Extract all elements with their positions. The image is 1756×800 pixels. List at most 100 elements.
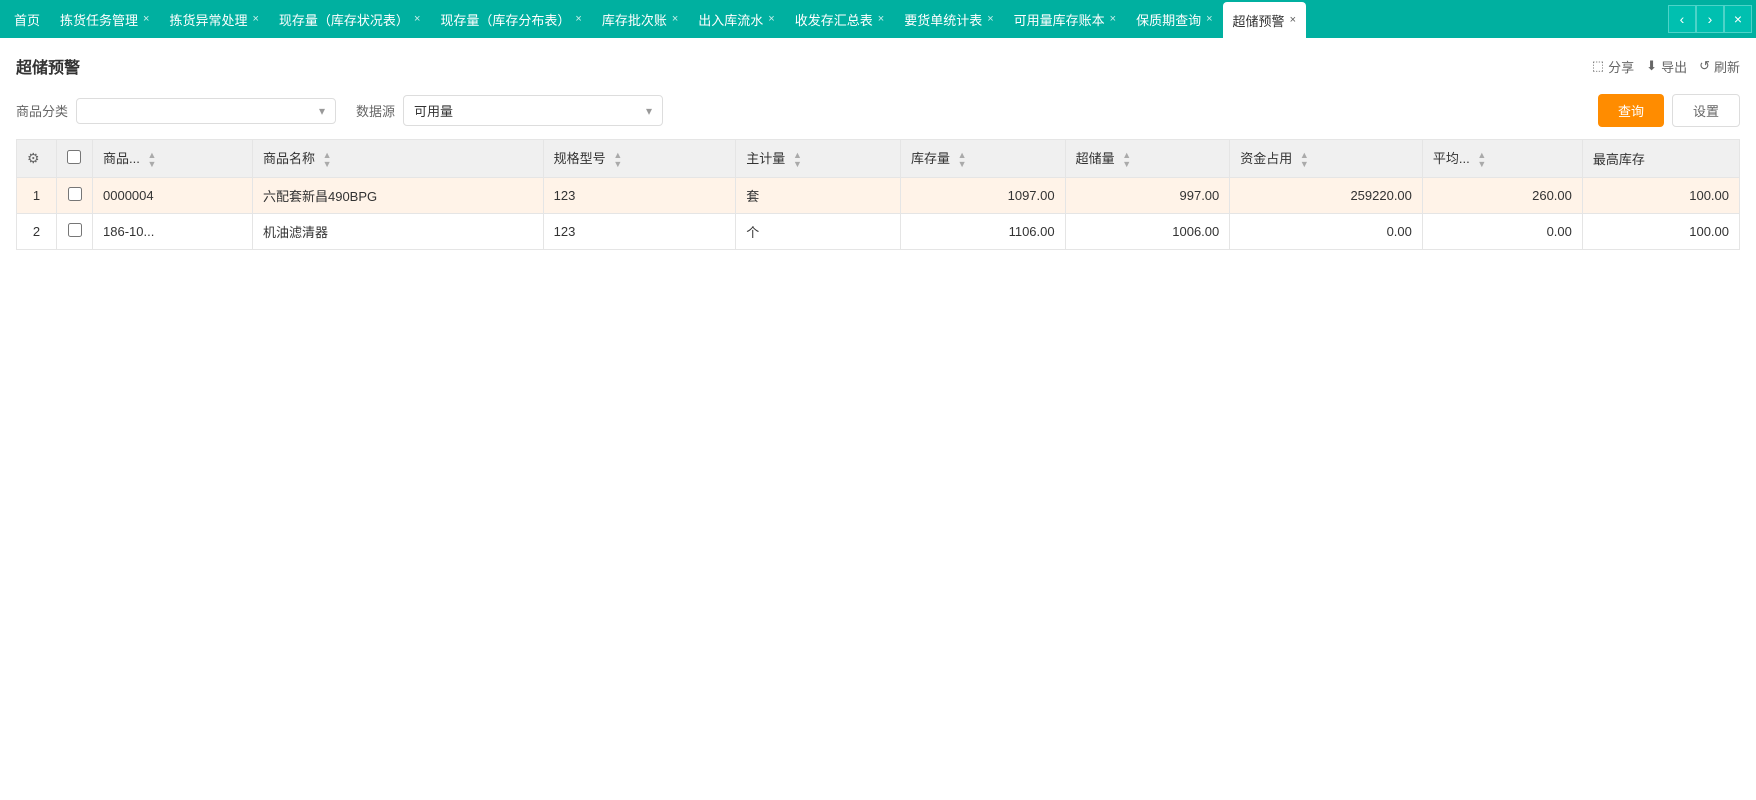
- nav-arrows: ‹ › ×: [1668, 5, 1752, 33]
- nav-pick-exception[interactable]: 拣货异常处理 ×: [159, 0, 268, 38]
- sort-capital-icon: ▲▼: [1300, 151, 1309, 169]
- row-unit: 套: [736, 177, 901, 213]
- nav-available-account[interactable]: 可用量库存账本 ×: [1004, 0, 1126, 38]
- th-avg[interactable]: 平均... ▲▼: [1422, 140, 1582, 178]
- page-content: 超储预警 ⬚ 分享 ⬇ 导出 ↺ 刷新 商品分类 ▾ 数据源: [0, 38, 1756, 800]
- table-settings-icon[interactable]: ⚙: [27, 150, 40, 166]
- query-button[interactable]: 查询: [1598, 94, 1664, 127]
- top-nav: 首页 拣货任务管理 × 拣货异常处理 × 现存量（库存状况表） × 现存量（库存…: [0, 0, 1756, 38]
- nav-pick-task[interactable]: 拣货任务管理 ×: [50, 0, 159, 38]
- filter-actions: 查询 设置: [1598, 94, 1740, 127]
- nav-stock-status[interactable]: 现存量（库存状况表） ×: [269, 0, 430, 38]
- sort-spec-icon: ▲▼: [613, 151, 622, 169]
- chevron-down-icon: ▾: [319, 104, 325, 118]
- th-max-stock[interactable]: 最高库存: [1582, 140, 1739, 178]
- nav-close-pick-exception[interactable]: ×: [252, 13, 258, 25]
- row-avg: 260.00: [1422, 177, 1582, 213]
- th-checkbox: [57, 140, 93, 178]
- row-capital: 0.00: [1230, 213, 1423, 249]
- nav-close-pick-task[interactable]: ×: [143, 13, 149, 25]
- nav-close-demand-stats[interactable]: ×: [987, 13, 993, 25]
- nav-overstock-warning[interactable]: 超储预警 ×: [1223, 2, 1306, 38]
- sort-product-code-icon: ▲▼: [147, 151, 156, 169]
- nav-next-arrow[interactable]: ›: [1696, 5, 1724, 33]
- table-row: 1 0000004 六配套新昌490BPG 123 套 1097.00 997.…: [17, 177, 1740, 213]
- th-unit[interactable]: 主计量 ▲▼: [736, 140, 901, 178]
- th-stock-qty[interactable]: 库存量 ▲▼: [900, 140, 1065, 178]
- nav-close-collect-summary[interactable]: ×: [878, 13, 884, 25]
- share-icon: ⬚: [1592, 58, 1604, 74]
- data-source-chevron-icon: ▾: [646, 104, 652, 118]
- row-checkbox-0[interactable]: [68, 187, 82, 201]
- th-spec[interactable]: 规格型号 ▲▼: [543, 140, 736, 178]
- header-actions: ⬚ 分享 ⬇ 导出 ↺ 刷新: [1592, 57, 1740, 76]
- commodity-category-filter: 商品分类 ▾: [16, 98, 336, 124]
- select-all-checkbox[interactable]: [67, 150, 81, 164]
- sort-unit-icon: ▲▼: [793, 151, 802, 169]
- nav-inout-flow[interactable]: 出入库流水 ×: [688, 0, 784, 38]
- row-max-stock: 100.00: [1582, 213, 1739, 249]
- row-unit: 个: [736, 213, 901, 249]
- data-source-label: 数据源: [356, 101, 395, 120]
- settings-button[interactable]: 设置: [1672, 94, 1740, 127]
- row-avg: 0.00: [1422, 213, 1582, 249]
- th-product-name[interactable]: 商品名称 ▲▼: [252, 140, 543, 178]
- commodity-category-label: 商品分类: [16, 101, 68, 120]
- table-header-row: ⚙ 商品... ▲▼ 商品名称 ▲▼ 规格型号 ▲▼ 主计: [17, 140, 1740, 178]
- page-header: 超储预警 ⬚ 分享 ⬇ 导出 ↺ 刷新: [16, 54, 1740, 78]
- nav-prev-arrow[interactable]: ‹: [1668, 5, 1696, 33]
- data-table: ⚙ 商品... ▲▼ 商品名称 ▲▼ 规格型号 ▲▼ 主计: [16, 139, 1740, 250]
- row-product-code: 186-10...: [93, 213, 253, 249]
- nav-collect-summary[interactable]: 收发存汇总表 ×: [785, 0, 894, 38]
- nav-close-batch-account[interactable]: ×: [672, 13, 678, 25]
- nav-home[interactable]: 首页: [4, 0, 50, 38]
- row-num: 1: [17, 177, 57, 213]
- row-capital: 259220.00: [1230, 177, 1423, 213]
- refresh-icon: ↺: [1699, 58, 1710, 74]
- row-spec: 123: [543, 213, 736, 249]
- row-product-name: 六配套新昌490BPG: [252, 177, 543, 213]
- commodity-category-select[interactable]: ▾: [76, 98, 336, 124]
- nav-close-available-account[interactable]: ×: [1110, 13, 1116, 25]
- row-checkbox-cell[interactable]: [57, 213, 93, 249]
- row-spec: 123: [543, 177, 736, 213]
- export-icon: ⬇: [1646, 58, 1657, 74]
- row-stock-qty: 1106.00: [900, 213, 1065, 249]
- nav-batch-account[interactable]: 库存批次账 ×: [592, 0, 688, 38]
- row-num: 2: [17, 213, 57, 249]
- data-source-value: 可用量: [414, 101, 453, 120]
- nav-stock-dist[interactable]: 现存量（库存分布表） ×: [430, 0, 591, 38]
- nav-close-stock-dist[interactable]: ×: [575, 13, 581, 25]
- nav-close-overstock[interactable]: ×: [1290, 14, 1296, 26]
- data-source-filter: 数据源 可用量 ▾: [356, 95, 663, 126]
- row-checkbox-cell[interactable]: [57, 177, 93, 213]
- data-source-select[interactable]: 可用量 ▾: [403, 95, 663, 126]
- filter-row: 商品分类 ▾ 数据源 可用量 ▾ 查询 设置: [16, 94, 1740, 127]
- row-over-stock: 1006.00: [1065, 213, 1230, 249]
- row-over-stock: 997.00: [1065, 177, 1230, 213]
- row-product-name: 机油滤清器: [252, 213, 543, 249]
- table-row: 2 186-10... 机油滤清器 123 个 1106.00 1006.00 …: [17, 213, 1740, 249]
- row-max-stock: 100.00: [1582, 177, 1739, 213]
- export-action[interactable]: ⬇ 导出: [1646, 57, 1687, 76]
- th-capital[interactable]: 资金占用 ▲▼: [1230, 140, 1423, 178]
- nav-shelf-life[interactable]: 保质期查询 ×: [1126, 0, 1222, 38]
- sort-avg-icon: ▲▼: [1477, 151, 1486, 169]
- share-action[interactable]: ⬚ 分享: [1592, 57, 1634, 76]
- page-title: 超储预警: [16, 54, 80, 78]
- th-product-code[interactable]: 商品... ▲▼: [93, 140, 253, 178]
- nav-close-shelf-life[interactable]: ×: [1206, 13, 1212, 25]
- sort-overstock-icon: ▲▼: [1122, 151, 1131, 169]
- nav-close-all[interactable]: ×: [1724, 5, 1752, 33]
- nav-demand-stats[interactable]: 要货单统计表 ×: [894, 0, 1003, 38]
- th-over-stock[interactable]: 超储量 ▲▼: [1065, 140, 1230, 178]
- nav-close-stock-status[interactable]: ×: [414, 13, 420, 25]
- sort-product-name-icon: ▲▼: [323, 151, 332, 169]
- row-product-code: 0000004: [93, 177, 253, 213]
- refresh-action[interactable]: ↺ 刷新: [1699, 57, 1740, 76]
- sort-stock-icon: ▲▼: [958, 151, 967, 169]
- th-settings[interactable]: ⚙: [17, 140, 57, 178]
- row-stock-qty: 1097.00: [900, 177, 1065, 213]
- row-checkbox-1[interactable]: [68, 223, 82, 237]
- nav-close-inout-flow[interactable]: ×: [768, 13, 774, 25]
